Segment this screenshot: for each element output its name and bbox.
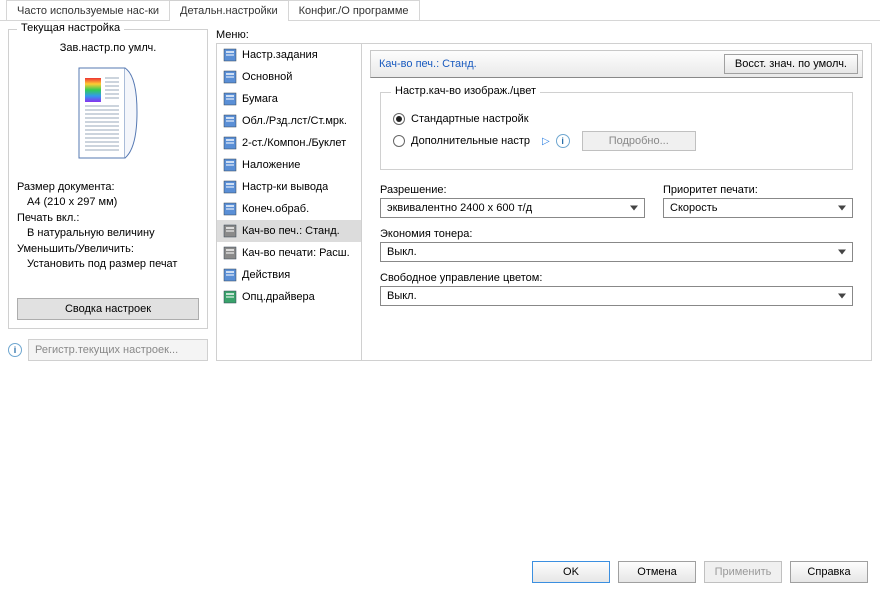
priority-select[interactable]: Скорость: [663, 198, 853, 218]
menu-icon: [223, 202, 237, 216]
info-scale-label: Уменьшить/Увеличить:: [17, 242, 199, 257]
menu-item-6[interactable]: Настр-ки вывода: [217, 176, 361, 198]
details-button: Подробно...: [582, 131, 696, 151]
menu-icon: [223, 92, 237, 106]
info-icon-small[interactable]: i: [556, 134, 570, 148]
menu-item-11[interactable]: Опц.драйвера: [217, 286, 361, 308]
summary-button[interactable]: Сводка настроек: [17, 298, 199, 320]
ok-button[interactable]: OK: [532, 561, 610, 583]
info-scale-value: Установить под размер печат: [17, 257, 199, 272]
image-quality-title: Настр.кач-во изображ./цвет: [391, 85, 540, 97]
menu-item-label: Основной: [242, 71, 292, 83]
menu-label: Меню:: [216, 29, 872, 41]
menu-item-label: Конеч.обраб.: [242, 203, 309, 215]
document-preview-icon: [17, 66, 199, 162]
menu-icon: [223, 290, 237, 304]
resolution-select[interactable]: эквивалентно 2400 x 600 т/д: [380, 198, 645, 218]
tab-config[interactable]: Конфиг./О программе: [288, 0, 420, 21]
menu-item-9[interactable]: Кач-во печати: Расш.: [217, 242, 361, 264]
info-printon-label: Печать вкл.:: [17, 211, 199, 226]
menu-item-label: 2-ст./Компон./Буклет: [242, 137, 346, 149]
menu-icon: [223, 70, 237, 84]
menu-icon: [223, 268, 237, 282]
tab-strip: Часто используемые нас-ки Детальн.настро…: [0, 0, 880, 21]
restore-defaults-button[interactable]: Восст. знач. по умолч.: [724, 54, 858, 74]
resolution-label: Разрешение:: [380, 184, 645, 196]
menu-item-8[interactable]: Кач-во печ.: Станд.: [217, 220, 361, 242]
current-settings-group: Текущая настройка Зав.настр.по умлч.: [8, 29, 208, 329]
cancel-button[interactable]: Отмена: [618, 561, 696, 583]
menu-item-label: Настр-ки вывода: [242, 181, 328, 193]
menu-item-4[interactable]: 2-ст./Компон./Буклет: [217, 132, 361, 154]
toner-label: Экономия тонера:: [380, 228, 853, 240]
menu-item-label: Обл./Рзд.лст/Ст.мрк.: [242, 115, 347, 127]
detail-title: Кач-во печ.: Станд.: [375, 58, 477, 70]
menu-icon: [223, 246, 237, 260]
radio-advanced-label: Дополнительные настр: [411, 135, 530, 147]
menu-item-label: Действия: [242, 269, 290, 281]
menu-item-1[interactable]: Основной: [217, 66, 361, 88]
color-label: Свободное управление цветом:: [380, 272, 853, 284]
menu-list[interactable]: Настр.задания Основной Бумага Обл./Рзд.лст/…: [217, 44, 362, 360]
menu-item-0[interactable]: Настр.задания: [217, 44, 361, 66]
menu-item-label: Наложение: [242, 159, 300, 171]
info-printon-value: В натуральную величину: [17, 226, 199, 241]
info-icon: i: [8, 343, 22, 357]
menu-item-label: Настр.задания: [242, 49, 318, 61]
menu-icon: [223, 48, 237, 62]
play-icon: ▷: [542, 136, 550, 147]
menu-icon: [223, 180, 237, 194]
menu-icon: [223, 114, 237, 128]
color-select[interactable]: Выкл.: [380, 286, 853, 306]
menu-icon: [223, 224, 237, 238]
menu-item-7[interactable]: Конеч.обраб.: [217, 198, 361, 220]
menu-item-10[interactable]: Действия: [217, 264, 361, 286]
menu-item-5[interactable]: Наложение: [217, 154, 361, 176]
menu-item-label: Бумага: [242, 93, 278, 105]
radio-standard-label: Стандартные настройк: [411, 113, 529, 125]
priority-label: Приоритет печати:: [663, 184, 853, 196]
tab-detailed[interactable]: Детальн.настройки: [169, 0, 289, 21]
info-docsize-value: A4 (210 x 297 мм): [17, 195, 199, 210]
menu-item-label: Кач-во печати: Расш.: [242, 247, 350, 259]
menu-item-label: Кач-во печ.: Станд.: [242, 225, 340, 237]
image-quality-fieldset: Настр.кач-во изображ./цвет Стандартные н…: [380, 92, 853, 170]
register-settings-button[interactable]: Регистр.текущих настроек...: [28, 339, 208, 361]
menu-icon: [223, 136, 237, 150]
current-preset-name: Зав.настр.по умлч.: [17, 42, 199, 54]
menu-item-3[interactable]: Обл./Рзд.лст/Ст.мрк.: [217, 110, 361, 132]
current-settings-title: Текущая настройка: [17, 22, 124, 34]
radio-advanced[interactable]: [393, 135, 405, 147]
document-info: Размер документа: A4 (210 x 297 мм) Печа…: [17, 180, 199, 272]
radio-standard[interactable]: [393, 113, 405, 125]
info-docsize-label: Размер документа:: [17, 180, 199, 195]
tab-frequent[interactable]: Часто используемые нас-ки: [6, 0, 170, 21]
help-button[interactable]: Справка: [790, 561, 868, 583]
menu-icon: [223, 158, 237, 172]
menu-item-label: Опц.драйвера: [242, 291, 315, 303]
apply-button: Применить: [704, 561, 782, 583]
toner-select[interactable]: Выкл.: [380, 242, 853, 262]
dialog-footer: OK Отмена Применить Справка: [0, 561, 880, 583]
menu-item-2[interactable]: Бумага: [217, 88, 361, 110]
